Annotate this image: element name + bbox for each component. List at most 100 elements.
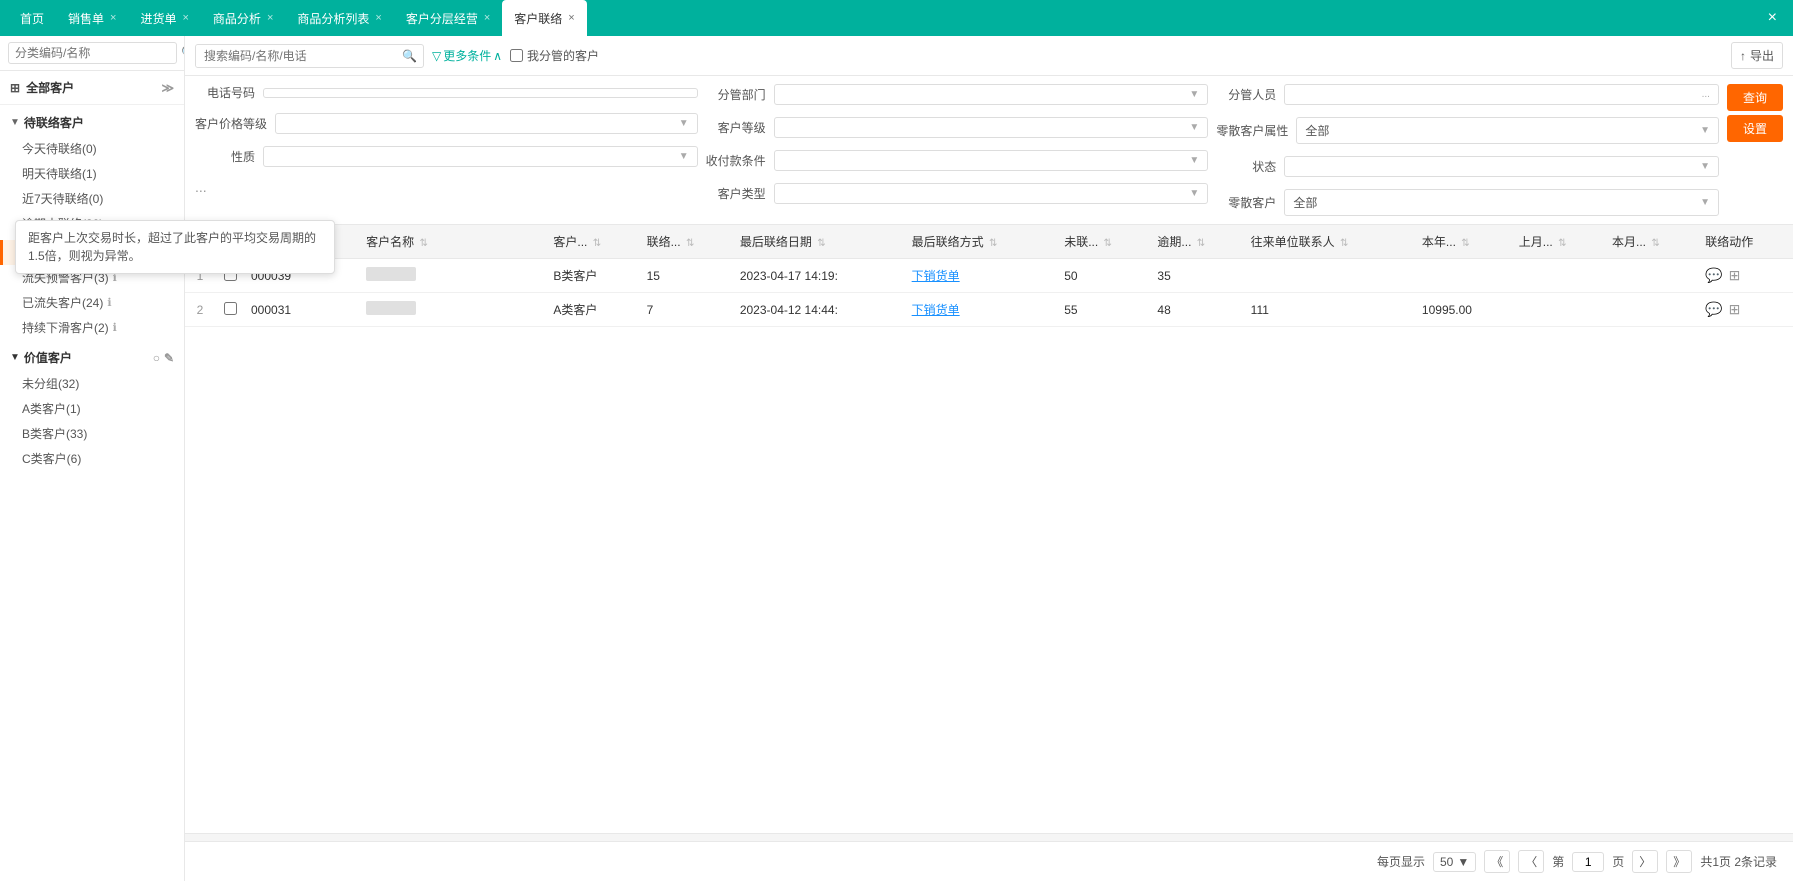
- sidebar-item-class-b[interactable]: B类客户(33): [0, 421, 184, 446]
- sort-contacts-icon[interactable]: ⇅: [1340, 238, 1348, 249]
- page-number-input[interactable]: [1572, 852, 1604, 872]
- nav-sales[interactable]: 销售单 ×: [56, 0, 128, 36]
- sidebar-item-class-c[interactable]: C类客户(6): [0, 446, 184, 471]
- customer-level-select[interactable]: ▼: [774, 117, 1209, 138]
- value-circle-icon[interactable]: ○: [153, 351, 160, 365]
- more-conditions-button[interactable]: ▽ 更多条件 ∧: [432, 47, 502, 64]
- filter-search-button[interactable]: 🔍: [396, 45, 423, 67]
- sort-lastmonth-icon[interactable]: ⇅: [1558, 238, 1566, 249]
- sort-thisyear-icon[interactable]: ⇅: [1461, 238, 1469, 249]
- col-overdue[interactable]: 逾期... ⇅: [1151, 225, 1244, 259]
- col-this-month[interactable]: 本月... ⇅: [1606, 225, 1699, 259]
- sidebar-item-declining[interactable]: 持续下滑客户(2) ℹ: [0, 315, 184, 340]
- sort-overdue-icon[interactable]: ⇅: [1197, 238, 1205, 249]
- sort-method-icon[interactable]: ⇅: [989, 238, 997, 249]
- customer-table: ⚙ 客户编码 ⇅ 客户名称 ⇅ 客户...: [185, 225, 1793, 327]
- customer-type-arrow: ▼: [1189, 188, 1199, 199]
- sidebar-search-input[interactable]: [8, 42, 177, 64]
- filter-row-payment: 收付款条件 ▼: [706, 150, 1209, 171]
- sidebar-value-header[interactable]: ▼ 价值客户 ○ ✎: [0, 344, 184, 371]
- row-2-chat-icon[interactable]: 💬: [1705, 301, 1722, 318]
- customer-type-select[interactable]: ▼: [774, 183, 1209, 204]
- phone-field[interactable]: [263, 88, 698, 98]
- sidebar-item-class-a[interactable]: A类客户(1): [0, 396, 184, 421]
- status-select[interactable]: ▼: [1284, 156, 1719, 177]
- next-page-button[interactable]: 〉: [1632, 850, 1658, 873]
- settings-button[interactable]: 设置: [1727, 115, 1783, 142]
- row-2-code: 000031: [245, 293, 360, 327]
- sidebar-collapse-button[interactable]: ≫: [161, 81, 174, 95]
- nav-customer-contact[interactable]: 客户联络 ×: [502, 0, 586, 36]
- nav-analysis-list-close[interactable]: ×: [375, 12, 381, 24]
- col-this-year[interactable]: 本年... ⇅: [1416, 225, 1513, 259]
- sidebar-item-today[interactable]: 今天待联络(0): [0, 136, 184, 161]
- sort-thismonth-icon[interactable]: ⇅: [1651, 238, 1659, 249]
- tooltip-box: 距客户上次交易时长，超过了此客户的平均交易周期的1.5倍，则视为异常。: [185, 220, 335, 274]
- row-2-uncontacted: 55: [1058, 293, 1151, 327]
- retail-attr-select[interactable]: 全部 ▼: [1296, 117, 1719, 144]
- sort-contact-icon[interactable]: ⇅: [686, 238, 694, 249]
- page-size-select[interactable]: 50 ▼: [1433, 852, 1476, 872]
- last-page-button[interactable]: 》: [1666, 850, 1692, 873]
- row-2-grid-icon[interactable]: ⊞: [1729, 301, 1741, 318]
- row-2-last-method[interactable]: 下销货单: [906, 293, 1059, 327]
- nav-analysis-close[interactable]: ×: [267, 12, 273, 24]
- sidebar-item-tomorrow[interactable]: 明天待联络(1): [0, 161, 184, 186]
- sidebar-item-ungrouped[interactable]: 未分组(32): [0, 371, 184, 396]
- filter-row-retail-customer: 零散客户 全部 ▼: [1216, 189, 1719, 216]
- col-customer-name[interactable]: 客户名称 ⇅: [360, 225, 547, 259]
- col-contacts[interactable]: 往来单位联系人 ⇅: [1245, 225, 1416, 259]
- row-1-last-method[interactable]: 下销货单: [906, 259, 1059, 293]
- filter-search-input[interactable]: [196, 45, 396, 67]
- payment-arrow: ▼: [1189, 155, 1199, 166]
- sort-name-icon[interactable]: ⇅: [419, 238, 427, 249]
- row-2-num: 2: [185, 293, 215, 327]
- sort-uncontacted-icon[interactable]: ⇅: [1104, 238, 1112, 249]
- sort-date-icon[interactable]: ⇅: [817, 238, 825, 249]
- nav-analysis-list[interactable]: 商品分析列表 ×: [285, 0, 393, 36]
- prev-page-button[interactable]: 〈: [1518, 850, 1544, 873]
- filter-row-status: 状态 ▼: [1216, 156, 1719, 177]
- sort-type-icon[interactable]: ⇅: [593, 238, 601, 249]
- col-last-contact-date[interactable]: 最后联络日期 ⇅: [734, 225, 906, 259]
- value-edit-icon[interactable]: ✎: [164, 351, 174, 365]
- horizontal-scrollbar[interactable]: [185, 833, 1793, 841]
- customer-type-label: 客户类型: [706, 185, 766, 202]
- row-1-chat-icon[interactable]: 💬: [1705, 267, 1722, 284]
- filter-conditions-panel: 电话号码 客户价格等级 ▼: [185, 76, 1793, 225]
- data-table-container[interactable]: ⚙ 客户编码 ⇅ 客户名称 ⇅ 客户...: [185, 225, 1793, 833]
- total-records-label: 共1页 2条记录: [1700, 853, 1777, 870]
- export-button[interactable]: ↑ 导出: [1731, 42, 1783, 69]
- nav-sales-close[interactable]: ×: [110, 12, 116, 24]
- person-select[interactable]: ...: [1284, 84, 1719, 105]
- row-2-checkbox[interactable]: [224, 302, 237, 315]
- first-page-button[interactable]: 《: [1484, 850, 1510, 873]
- nav-purchase[interactable]: 进货单 ×: [128, 0, 200, 36]
- page-size-arrow: ▼: [1457, 855, 1469, 869]
- col-last-month[interactable]: 上月... ⇅: [1513, 225, 1606, 259]
- sidebar-item-churned[interactable]: 已流失客户(24) ℹ: [0, 290, 184, 315]
- filter-dots[interactable]: ...: [195, 179, 207, 195]
- dept-select[interactable]: ▼: [774, 84, 1209, 105]
- payment-select[interactable]: ▼: [774, 150, 1209, 171]
- gender-select[interactable]: ▼: [263, 146, 698, 167]
- row-1-grid-icon[interactable]: ⊞: [1729, 267, 1741, 284]
- col-last-contact-method[interactable]: 最后联络方式 ⇅: [906, 225, 1059, 259]
- sidebar-item-7days[interactable]: 近7天待联络(0): [0, 186, 184, 211]
- row-2-last-month: [1513, 293, 1606, 327]
- my-customers-checkbox[interactable]: [510, 49, 523, 62]
- query-button[interactable]: 查询: [1727, 84, 1783, 111]
- col-uncontacted[interactable]: 未联... ⇅: [1058, 225, 1151, 259]
- nav-analysis[interactable]: 商品分析 ×: [201, 0, 285, 36]
- nav-home[interactable]: 首页: [8, 0, 56, 36]
- nav-purchase-close[interactable]: ×: [182, 12, 188, 24]
- price-level-select[interactable]: ▼: [275, 113, 698, 134]
- window-close-button[interactable]: ×: [1760, 9, 1785, 27]
- col-customer-type[interactable]: 客户... ⇅: [547, 225, 640, 259]
- retail-customer-select[interactable]: 全部 ▼: [1284, 189, 1719, 216]
- nav-customer-contact-close[interactable]: ×: [568, 12, 574, 24]
- col-contact-count[interactable]: 联络... ⇅: [641, 225, 734, 259]
- nav-customer-tier-close[interactable]: ×: [484, 12, 490, 24]
- nav-customer-tier[interactable]: 客户分层经营 ×: [394, 0, 502, 36]
- sidebar-pending-title[interactable]: ▼ 待联络客户: [0, 109, 184, 136]
